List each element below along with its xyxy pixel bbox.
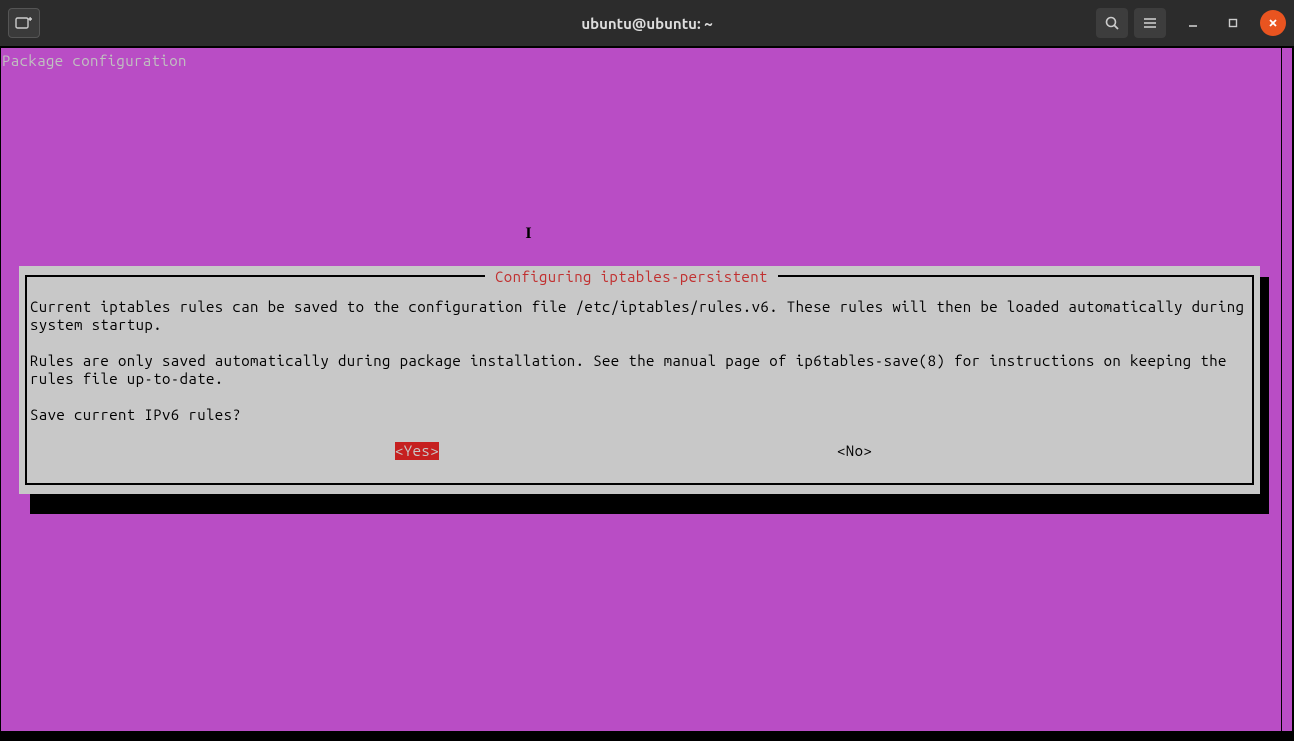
terminal: Package configuration Configuring iptabl… xyxy=(0,46,1294,741)
no-button[interactable]: <No> xyxy=(837,442,872,460)
package-config-header: Package configuration xyxy=(2,52,187,70)
close-button[interactable] xyxy=(1260,10,1286,36)
window-title: ubuntu@ubuntu: ~ xyxy=(581,15,712,32)
minimize-button[interactable] xyxy=(1180,10,1206,36)
text-cursor xyxy=(525,225,532,243)
new-tab-icon xyxy=(15,15,33,31)
maximize-icon xyxy=(1227,17,1239,29)
terminal-viewport[interactable]: Package configuration Configuring iptabl… xyxy=(1,48,1281,731)
titlebar: ubuntu@ubuntu: ~ xyxy=(0,0,1294,46)
search-icon xyxy=(1104,15,1120,31)
hamburger-menu-button[interactable] xyxy=(1134,8,1166,38)
minimize-icon xyxy=(1187,17,1199,29)
search-button[interactable] xyxy=(1096,8,1128,38)
dialog-title: Configuring iptables-persistent xyxy=(485,268,778,286)
dialog: Configuring iptables-persistent Current … xyxy=(19,266,1260,494)
close-icon xyxy=(1267,17,1279,29)
hamburger-icon xyxy=(1142,15,1158,31)
dialog-paragraph-1: Current iptables rules can be saved to t… xyxy=(30,298,1249,334)
dialog-paragraph-2: Rules are only saved automatically durin… xyxy=(30,352,1249,388)
dialog-body: Current iptables rules can be saved to t… xyxy=(30,298,1249,388)
titlebar-left xyxy=(8,8,40,38)
maximize-button[interactable] xyxy=(1220,10,1246,36)
new-tab-button[interactable] xyxy=(8,8,40,38)
scrollbar[interactable] xyxy=(1282,48,1292,731)
titlebar-right xyxy=(1096,8,1286,38)
dialog-prompt: Save current IPv6 rules? xyxy=(30,406,1249,424)
yes-button[interactable]: <Yes> xyxy=(395,442,439,460)
